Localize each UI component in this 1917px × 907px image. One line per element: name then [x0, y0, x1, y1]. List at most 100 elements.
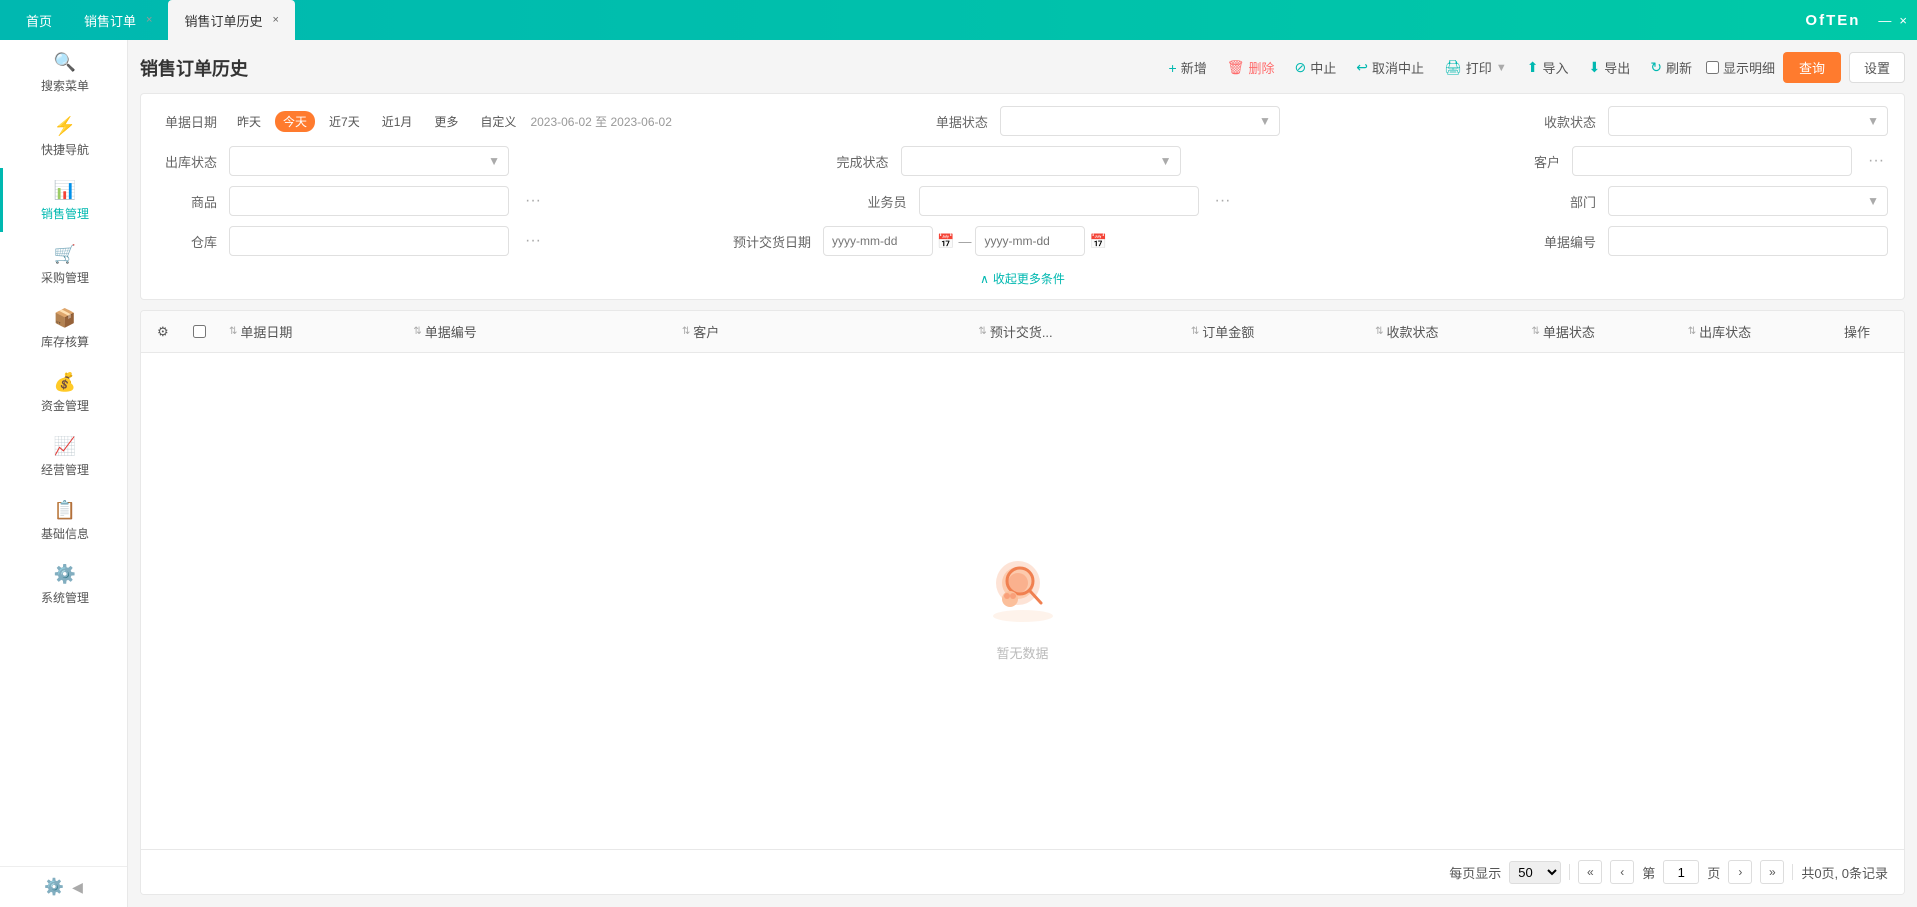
- expected-date-end[interactable]: [975, 226, 1085, 256]
- import-button[interactable]: ⬆ 导入: [1521, 54, 1575, 81]
- pagination-divider-2: [1792, 864, 1793, 880]
- product-input[interactable]: [229, 186, 509, 216]
- settings-gear-icon[interactable]: ⚙: [157, 324, 169, 340]
- calendar-start-icon[interactable]: 📅: [937, 233, 954, 250]
- cancel-stop-button[interactable]: ↩ 取消中止: [1350, 54, 1430, 81]
- import-icon: ⬆: [1527, 59, 1539, 76]
- tab-sales-order-history[interactable]: 销售订单历史 ×: [168, 0, 294, 40]
- cancel-stop-label: 取消中止: [1372, 58, 1424, 77]
- display-toggle-checkbox[interactable]: [1706, 61, 1719, 74]
- pagination-bar: 每页显示 50 10 20 100 « ‹ 第 页 › » 共0页, 0条记录: [141, 849, 1904, 894]
- department-select[interactable]: ▼: [1608, 186, 1888, 216]
- fund-mgmt-icon: 💰: [54, 372, 76, 393]
- refresh-button[interactable]: ↻ 刷新: [1644, 54, 1698, 81]
- tab-home[interactable]: 首页: [10, 0, 68, 40]
- expected-date-start[interactable]: [823, 226, 933, 256]
- query-button[interactable]: 查询: [1783, 52, 1841, 83]
- date-btn-more[interactable]: 更多: [426, 111, 466, 132]
- order-number-input[interactable]: [1608, 226, 1888, 256]
- print-button[interactable]: 🖨 打印 ▼: [1438, 54, 1513, 81]
- brand-label: OfTEn: [1805, 12, 1860, 29]
- th-date[interactable]: ⇅ 单据日期: [221, 312, 405, 351]
- customer-input[interactable]: [1572, 146, 1852, 176]
- th-amount[interactable]: ⇅ 订单金额: [1183, 312, 1367, 351]
- page-size-select[interactable]: 50 10 20 100: [1509, 861, 1561, 884]
- pay-status-select[interactable]: ▼: [1608, 106, 1888, 136]
- close-window-btn[interactable]: ×: [1899, 13, 1907, 28]
- out-status-select[interactable]: ▼: [229, 146, 509, 176]
- content-area: 销售订单历史 + 新增 🗑 删除 ⊘ 中止 ↩ 取消中止: [128, 40, 1917, 907]
- tab-sales-order-history-close[interactable]: ×: [272, 14, 278, 26]
- sidebar-item-fund-mgmt[interactable]: 💰 资金管理: [0, 360, 127, 424]
- th-out-status-label: 出库状态: [1699, 322, 1751, 341]
- tab-sales-order[interactable]: 销售订单 ×: [68, 0, 168, 40]
- system-mgmt-icon: ⚙️: [54, 564, 76, 585]
- sidebar-item-sales-mgmt[interactable]: 📊 销售管理: [0, 168, 127, 232]
- settings-button[interactable]: 设置: [1849, 52, 1905, 83]
- date-btn-1month[interactable]: 近1月: [374, 111, 421, 132]
- date-btn-yesterday[interactable]: 昨天: [229, 111, 269, 132]
- new-button[interactable]: + 新增: [1163, 54, 1213, 81]
- sidebar-item-inventory-check[interactable]: 📦 库存核算: [0, 296, 127, 360]
- tab-sales-order-label: 销售订单: [84, 11, 136, 30]
- out-status-chevron-icon: ▼: [488, 154, 500, 168]
- sidebar-item-basic-info[interactable]: 📋 基础信息: [0, 488, 127, 552]
- customer-filter-label: 客户: [1500, 152, 1560, 171]
- out-status-filter-label: 出库状态: [157, 152, 217, 171]
- empty-state: 暂无数据: [978, 541, 1068, 662]
- current-page-input[interactable]: [1663, 860, 1699, 884]
- sidebar-item-quick-nav[interactable]: ⚡ 快捷导航: [0, 104, 127, 168]
- filter-row-3: 商品 ··· 业务员 ··· 部门 ▼: [157, 186, 1888, 216]
- customer-dots-icon[interactable]: ···: [1864, 152, 1888, 170]
- tab-sales-order-close[interactable]: ×: [146, 14, 152, 26]
- order-status-select[interactable]: ▼: [1000, 106, 1280, 136]
- th-settings[interactable]: ⚙: [149, 314, 185, 350]
- stop-button[interactable]: ⊘ 中止: [1289, 54, 1343, 81]
- salesperson-input[interactable]: [919, 186, 1199, 216]
- page-size-label: 每页显示: [1449, 863, 1501, 882]
- calendar-end-icon[interactable]: 📅: [1089, 233, 1106, 250]
- sort-pay-status-icon: ⇅: [1375, 326, 1383, 337]
- stop-icon: ⊘: [1295, 59, 1307, 76]
- sidebar-item-system-mgmt[interactable]: ⚙️ 系统管理: [0, 552, 127, 616]
- th-customer[interactable]: ⇅ 客户: [674, 312, 971, 351]
- sidebar-collapse-icon[interactable]: ◀: [72, 879, 83, 896]
- minimize-btn[interactable]: —: [1878, 13, 1891, 28]
- date-btn-today[interactable]: 今天: [275, 111, 315, 132]
- prev-page-button[interactable]: ‹: [1610, 860, 1634, 884]
- th-delivery[interactable]: ⇅ 预计交货...: [970, 312, 1182, 351]
- print-icon: 🖨: [1444, 59, 1462, 76]
- date-filter-label: 单据日期: [157, 112, 217, 131]
- sidebar-item-inventory-check-label: 库存核算: [41, 333, 89, 350]
- select-all-checkbox[interactable]: [193, 325, 206, 338]
- sidebar-item-search-menu[interactable]: 🔍 搜索菜单: [0, 40, 127, 104]
- th-number-label: 单据编号: [425, 322, 477, 341]
- th-out-status[interactable]: ⇅ 出库状态: [1680, 312, 1836, 351]
- complete-status-select[interactable]: ▼: [901, 146, 1181, 176]
- th-order-status[interactable]: ⇅ 单据状态: [1523, 312, 1679, 351]
- sidebar-item-purchase-mgmt[interactable]: 🛒 采购管理: [0, 232, 127, 296]
- first-page-button[interactable]: «: [1578, 860, 1602, 884]
- next-page-button[interactable]: ›: [1728, 860, 1752, 884]
- page-title: 销售订单历史: [140, 55, 1163, 81]
- sidebar-item-purchase-mgmt-label: 采购管理: [41, 269, 89, 286]
- sidebar-item-ops-mgmt-label: 经营管理: [41, 461, 89, 478]
- sidebar-item-search-menu-label: 搜索菜单: [41, 77, 89, 94]
- collapse-more-btn[interactable]: ∧ 收起更多条件: [157, 266, 1888, 287]
- th-pay-status[interactable]: ⇅ 收款状态: [1367, 312, 1523, 351]
- th-number[interactable]: ⇅ 单据编号: [405, 312, 674, 351]
- delete-button[interactable]: 🗑 删除: [1221, 54, 1281, 81]
- pay-status-chevron-icon: ▼: [1867, 114, 1879, 128]
- th-action-label: 操作: [1844, 322, 1870, 341]
- date-btn-custom[interactable]: 自定义: [472, 111, 524, 132]
- warehouse-dots-icon[interactable]: ···: [521, 232, 545, 250]
- th-checkbox[interactable]: [185, 315, 221, 348]
- sidebar-item-ops-mgmt[interactable]: 📈 经营管理: [0, 424, 127, 488]
- export-button[interactable]: ⬇ 导出: [1582, 54, 1636, 81]
- date-btn-7days[interactable]: 近7天: [321, 111, 368, 132]
- salesperson-dots-icon[interactable]: ···: [1211, 192, 1235, 210]
- last-page-button[interactable]: »: [1760, 860, 1784, 884]
- product-dots-icon[interactable]: ···: [521, 192, 545, 210]
- sidebar-settings-icon[interactable]: ⚙️: [44, 877, 64, 897]
- warehouse-input[interactable]: [229, 226, 509, 256]
